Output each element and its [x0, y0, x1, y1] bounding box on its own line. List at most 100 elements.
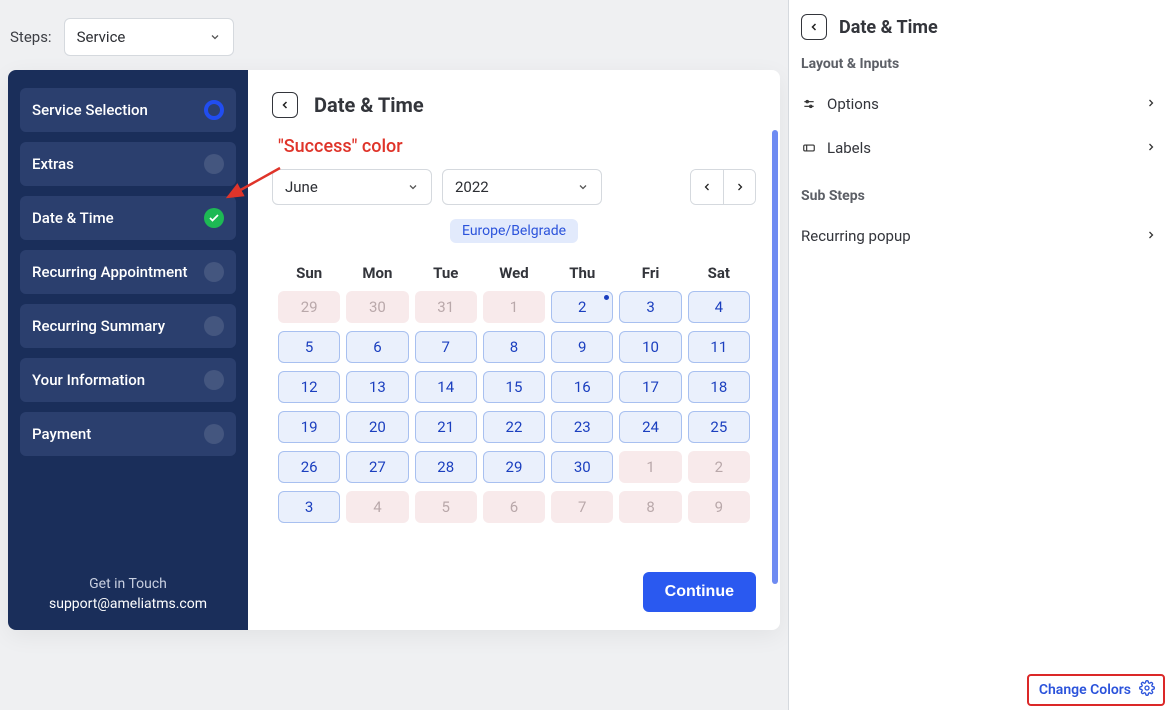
sidebar-item-your-information[interactable]: Your Information [20, 358, 236, 402]
calendar-day[interactable]: 20 [346, 411, 408, 443]
calendar-day[interactable]: 23 [551, 411, 613, 443]
calendar-day[interactable]: 21 [415, 411, 477, 443]
steps-select-value: Service [77, 28, 126, 46]
calendar-day[interactable]: 19 [278, 411, 340, 443]
calendar-day: 8 [619, 491, 681, 523]
calendar-day: 4 [346, 491, 408, 523]
calendar-day[interactable]: 25 [688, 411, 750, 443]
sliders-icon [801, 96, 817, 112]
calendar-day[interactable]: 9 [551, 331, 613, 363]
calendar-day[interactable]: 15 [483, 371, 545, 403]
calendar-day: 1 [483, 291, 545, 323]
booking-card: Service Selection Extras Date & Time Recurr… [8, 70, 780, 630]
panel-row-recurring[interactable]: Recurring popup [801, 214, 1157, 258]
calendar-day: 30 [346, 291, 408, 323]
weekday-header: Sat [688, 263, 750, 283]
panel-back-button[interactable] [801, 14, 827, 40]
change-colors-label: Change Colors [1039, 682, 1131, 698]
settings-panel: Date & Time Layout & Inputs Options Labe… [788, 0, 1169, 710]
calendar-day[interactable]: 29 [483, 451, 545, 483]
chevron-right-icon [1145, 139, 1157, 157]
chevron-down-icon [577, 181, 589, 193]
timezone-badge[interactable]: Europe/Belgrade [450, 219, 578, 243]
calendar-day: 6 [483, 491, 545, 523]
calendar-day[interactable]: 17 [619, 371, 681, 403]
sidebar-item-payment[interactable]: Payment [20, 412, 236, 456]
calendar-day[interactable]: 3 [278, 491, 340, 523]
gear-icon [1139, 680, 1155, 700]
calendar-day[interactable]: 27 [346, 451, 408, 483]
month-value: June [285, 178, 318, 196]
calendar-day[interactable]: 22 [483, 411, 545, 443]
step-pending-icon [204, 316, 224, 336]
calendar-day[interactable]: 4 [688, 291, 750, 323]
calendar-day[interactable]: 24 [619, 411, 681, 443]
sidebar-item-label: Service Selection [32, 101, 148, 119]
steps-select[interactable]: Service [64, 18, 234, 56]
sidebar-item-extras[interactable]: Extras [20, 142, 236, 186]
steps-label: Steps: [10, 28, 52, 46]
step-pending-icon [204, 424, 224, 444]
calendar-day[interactable]: 26 [278, 451, 340, 483]
calendar-day[interactable]: 16 [551, 371, 613, 403]
sidebar-item-label: Date & Time [32, 209, 114, 227]
change-colors-button[interactable]: Change Colors [1027, 674, 1165, 706]
sidebar-item-date-time[interactable]: Date & Time [20, 196, 236, 240]
footer-email: support@ameliatms.com [20, 596, 236, 612]
sidebar-item-label: Extras [32, 155, 74, 173]
calendar-day[interactable]: 3 [619, 291, 681, 323]
sidebar-item-label: Payment [32, 425, 91, 443]
weekday-header: Mon [346, 263, 408, 283]
panel-row-labels[interactable]: Labels [801, 126, 1157, 170]
sidebar-item-recurring-appointment[interactable]: Recurring Appointment [20, 250, 236, 294]
calendar-day[interactable]: 30 [551, 451, 613, 483]
calendar-day[interactable]: 7 [415, 331, 477, 363]
step-pending-icon [204, 154, 224, 174]
sidebar-item-recurring-summary[interactable]: Recurring Summary [20, 304, 236, 348]
calendar-day[interactable]: 2 [551, 291, 613, 323]
weekday-header: Tue [415, 263, 477, 283]
prev-month-button[interactable] [691, 170, 723, 204]
calendar-day[interactable]: 6 [346, 331, 408, 363]
step-pending-icon [204, 370, 224, 390]
calendar-day[interactable]: 14 [415, 371, 477, 403]
continue-button[interactable]: Continue [643, 572, 756, 612]
calendar-day[interactable]: 10 [619, 331, 681, 363]
step-pending-icon [204, 262, 224, 282]
next-month-button[interactable] [723, 170, 755, 204]
calendar-day: 2 [688, 451, 750, 483]
panel-row-options[interactable]: Options [801, 82, 1157, 126]
calendar-day[interactable]: 12 [278, 371, 340, 403]
chevron-right-icon [1145, 95, 1157, 113]
panel-row-label: Labels [827, 139, 871, 157]
panel-section-substeps: Sub Steps [801, 188, 1157, 204]
calendar-day[interactable]: 8 [483, 331, 545, 363]
back-button[interactable] [272, 92, 298, 118]
calendar-day: 5 [415, 491, 477, 523]
month-select[interactable]: June [272, 169, 432, 205]
sidebar-item-label: Recurring Summary [32, 317, 165, 335]
calendar-day[interactable]: 28 [415, 451, 477, 483]
calendar-day[interactable]: 11 [688, 331, 750, 363]
calendar-day[interactable]: 5 [278, 331, 340, 363]
panel-row-label: Recurring popup [801, 227, 911, 245]
year-select[interactable]: 2022 [442, 169, 602, 205]
steps-sidebar: Service Selection Extras Date & Time Recurr… [8, 70, 248, 630]
sidebar-item-service-selection[interactable]: Service Selection [20, 88, 236, 132]
panel-section-layout: Layout & Inputs [801, 56, 1157, 72]
calendar-day[interactable]: 13 [346, 371, 408, 403]
weekday-header: Fri [619, 263, 681, 283]
calendar-day[interactable]: 18 [688, 371, 750, 403]
footer-get-in-touch: Get in Touch [20, 576, 236, 592]
chevron-down-icon [407, 181, 419, 193]
calendar: SunMonTueWedThuFriSat 293031123456789101… [272, 255, 756, 531]
step-active-icon [204, 100, 224, 120]
chevron-down-icon [209, 31, 221, 43]
weekday-header: Thu [551, 263, 613, 283]
weekday-header: Sun [278, 263, 340, 283]
calendar-day: 9 [688, 491, 750, 523]
sidebar-item-label: Your Information [32, 371, 145, 389]
scrollbar-thumb[interactable] [772, 130, 778, 584]
step-success-icon [204, 208, 224, 228]
year-value: 2022 [455, 178, 489, 196]
